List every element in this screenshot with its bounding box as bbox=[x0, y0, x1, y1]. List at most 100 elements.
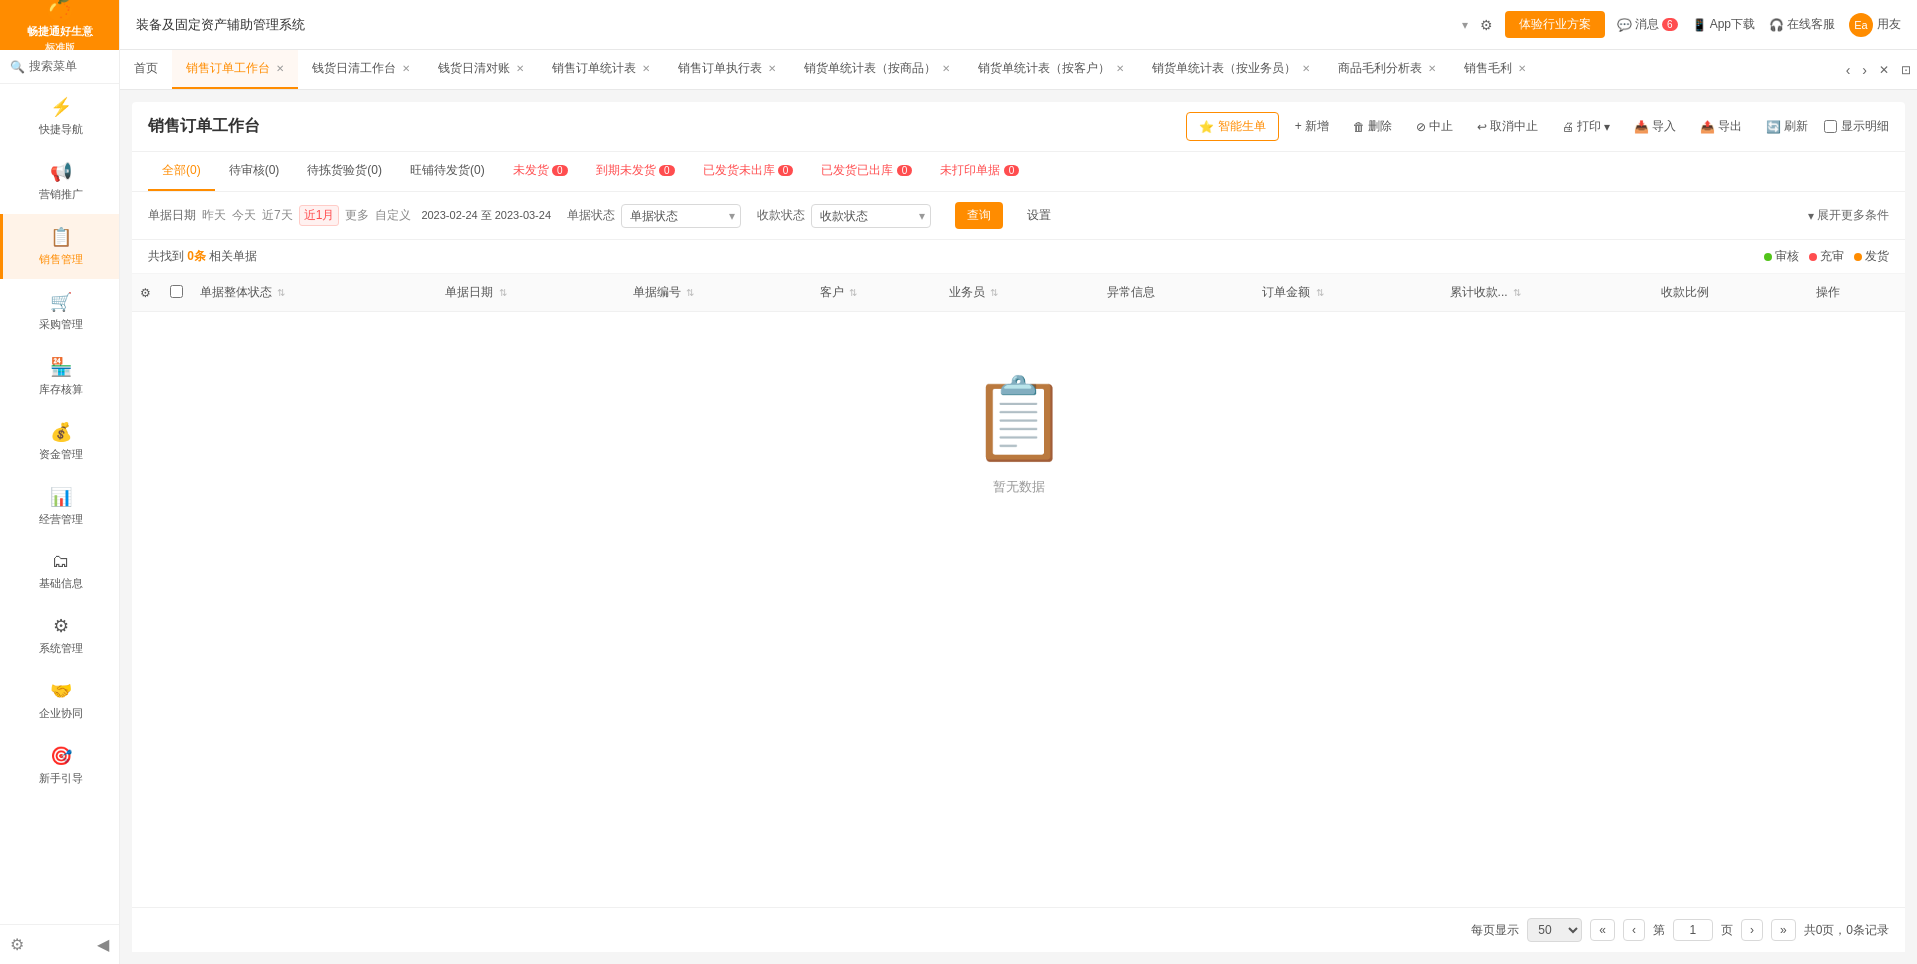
cancel-suspend-button[interactable]: ↩ 取消中止 bbox=[1469, 113, 1546, 140]
page-prev-btn[interactable]: ‹ bbox=[1623, 919, 1645, 941]
sidebar-collapse-icon[interactable]: ◀ bbox=[97, 935, 109, 954]
sidebar-search-item[interactable]: 🔍 搜索菜单 bbox=[0, 50, 119, 84]
sidebar-item-system[interactable]: ⚙ 系统管理 bbox=[0, 603, 119, 668]
tab-cash-reconcile-close[interactable]: ✕ bbox=[516, 63, 524, 74]
tab-daily-clear[interactable]: 钱货日清工作台 ✕ bbox=[298, 50, 424, 89]
uncheck-op-btn[interactable]: 充审 bbox=[1809, 248, 1844, 265]
sidebar-item-inventory[interactable]: 🏪 库存核算 bbox=[0, 344, 119, 409]
status-filter: 单据状态 单据状态 bbox=[567, 204, 741, 228]
sidebar-item-sales[interactable]: 📋 销售管理 bbox=[0, 214, 119, 279]
tab-sales-sum-prod-close[interactable]: ✕ bbox=[942, 63, 950, 74]
tab-sales-profit[interactable]: 销售毛利 ✕ bbox=[1450, 50, 1540, 89]
headset-icon: 🎧 bbox=[1769, 18, 1784, 32]
date-custom[interactable]: 自定义 bbox=[375, 207, 411, 224]
tab-home[interactable]: 首页 bbox=[120, 50, 172, 89]
sort-icon-amount[interactable]: ⇅ bbox=[1316, 287, 1324, 298]
show-detail-input[interactable] bbox=[1824, 120, 1837, 133]
tab-sales-sum-prod[interactable]: 销货单统计表（按商品） ✕ bbox=[790, 50, 964, 89]
sub-tab-wangpu[interactable]: 旺铺待发货(0) bbox=[396, 152, 499, 191]
sub-tab-all[interactable]: 全部(0) bbox=[148, 152, 215, 191]
sort-icon-date[interactable]: ⇅ bbox=[499, 287, 507, 298]
sub-tab-pending-inspect[interactable]: 待拣货验货(0) bbox=[293, 152, 396, 191]
sub-tab-shipped-out[interactable]: 已发货已出库 0 bbox=[807, 152, 926, 191]
suspend-button[interactable]: ⊘ 中止 bbox=[1408, 113, 1461, 140]
query-button[interactable]: 查询 bbox=[955, 202, 1003, 229]
export-button[interactable]: 📤 导出 bbox=[1692, 113, 1750, 140]
table-scroll[interactable]: ⚙ 单据整体状态 ⇅ 单据日期 bbox=[132, 274, 1905, 907]
select-all-checkbox[interactable] bbox=[170, 285, 183, 298]
tab-sales-sum-staff[interactable]: 销货单统计表（按业务员） ✕ bbox=[1138, 50, 1324, 89]
th-overall-status-label: 单据整体状态 bbox=[200, 285, 272, 299]
settings-filter-button[interactable]: 设置 bbox=[1019, 202, 1059, 229]
tab-sales-exec[interactable]: 销售订单执行表 ✕ bbox=[664, 50, 790, 89]
topbar-dropdown-icon[interactable]: ▾ bbox=[1462, 18, 1468, 32]
tab-sales-workbench-close[interactable]: ✕ bbox=[276, 63, 284, 74]
tab-sales-stat[interactable]: 销售订单统计表 ✕ bbox=[538, 50, 664, 89]
tab-sales-exec-close[interactable]: ✕ bbox=[768, 63, 776, 74]
tab-scroll-left[interactable]: ‹ bbox=[1840, 62, 1857, 78]
page-input[interactable] bbox=[1673, 919, 1713, 941]
sub-tab-overdue[interactable]: 到期未发货 0 bbox=[582, 152, 689, 191]
sidebar-item-operations[interactable]: 📊 经营管理 bbox=[0, 474, 119, 539]
sort-icon-status[interactable]: ⇅ bbox=[277, 287, 285, 298]
tab-scroll-right[interactable]: › bbox=[1856, 62, 1873, 78]
sidebar-item-basic-info[interactable]: 🗂 基础信息 bbox=[0, 539, 119, 603]
date-7days[interactable]: 近7天 bbox=[262, 207, 293, 224]
tab-sales-sum-staff-close[interactable]: ✕ bbox=[1302, 63, 1310, 74]
online-service-action[interactable]: 🎧 在线客服 bbox=[1769, 16, 1835, 33]
sidebar-settings-icon[interactable]: ⚙ bbox=[10, 935, 24, 954]
tab-close-all[interactable]: ✕ bbox=[1873, 63, 1895, 77]
tab-daily-clear-close[interactable]: ✕ bbox=[402, 63, 410, 74]
tab-sales-profit-close[interactable]: ✕ bbox=[1518, 63, 1526, 74]
date-today[interactable]: 今天 bbox=[232, 207, 256, 224]
date-yesterday[interactable]: 昨天 bbox=[202, 207, 226, 224]
tab-profit-analysis[interactable]: 商品毛利分析表 ✕ bbox=[1324, 50, 1450, 89]
sidebar-item-purchase[interactable]: 🛒 采购管理 bbox=[0, 279, 119, 344]
tab-profit-analysis-close[interactable]: ✕ bbox=[1428, 63, 1436, 74]
page-first-btn[interactable]: « bbox=[1590, 919, 1615, 941]
ship-op-btn[interactable]: 发货 bbox=[1854, 248, 1889, 265]
sub-tab-shipped-no-out[interactable]: 已发货未出库 0 bbox=[689, 152, 808, 191]
per-page-select[interactable]: 50 100 bbox=[1527, 918, 1582, 942]
sub-tab-pending-review[interactable]: 待审核(0) bbox=[215, 152, 294, 191]
sidebar-item-quick-nav[interactable]: ⚡ 快捷导航 bbox=[0, 84, 119, 149]
sidebar-item-enterprise[interactable]: 🤝 企业协同 bbox=[0, 668, 119, 733]
delete-button[interactable]: 🗑 删除 bbox=[1345, 113, 1400, 140]
user-menu[interactable]: Ea 用友 bbox=[1849, 13, 1901, 37]
date-more[interactable]: 更多 bbox=[345, 207, 369, 224]
sidebar-item-guide[interactable]: 🎯 新手引导 bbox=[0, 733, 119, 798]
sort-icon-customer[interactable]: ⇅ bbox=[849, 287, 857, 298]
app-download-action[interactable]: 📱 App下载 bbox=[1692, 16, 1755, 33]
print-button[interactable]: 🖨 打印 ▾ bbox=[1554, 113, 1618, 140]
tab-sales-workbench[interactable]: 销售订单工作台 ✕ bbox=[172, 50, 298, 89]
sub-tab-no-print[interactable]: 未打印单据 0 bbox=[926, 152, 1033, 191]
tab-sales-sum-cust[interactable]: 销货单统计表（按客户） ✕ bbox=[964, 50, 1138, 89]
sub-tab-not-shipped[interactable]: 未发货 0 bbox=[499, 152, 582, 191]
page-next-btn[interactable]: › bbox=[1741, 919, 1763, 941]
payment-select[interactable]: 收款状态 bbox=[811, 204, 931, 228]
sort-icon-collected[interactable]: ⇅ bbox=[1513, 287, 1521, 298]
trial-btn[interactable]: 体验行业方案 bbox=[1505, 11, 1605, 38]
date-1month[interactable]: 近1月 bbox=[299, 205, 340, 226]
expand-filter-btn[interactable]: ▾ 展开更多条件 bbox=[1808, 207, 1889, 224]
topbar-settings-icon[interactable]: ⚙ bbox=[1480, 17, 1493, 33]
message-action[interactable]: 💬 消息 6 bbox=[1617, 16, 1678, 33]
import-button[interactable]: 📥 导入 bbox=[1626, 113, 1684, 140]
refresh-button[interactable]: 🔄 刷新 bbox=[1758, 113, 1816, 140]
sidebar-item-finance[interactable]: 💰 资金管理 bbox=[0, 409, 119, 474]
add-button[interactable]: + 新增 bbox=[1287, 113, 1337, 140]
status-select[interactable]: 单据状态 bbox=[621, 204, 741, 228]
tab-sales-stat-close[interactable]: ✕ bbox=[642, 63, 650, 74]
sort-icon-number[interactable]: ⇅ bbox=[686, 287, 694, 298]
show-detail-checkbox[interactable]: 显示明细 bbox=[1824, 118, 1889, 135]
settings-col-icon[interactable]: ⚙ bbox=[140, 286, 151, 300]
sidebar-item-marketing[interactable]: 📢 营销推广 bbox=[0, 149, 119, 214]
review-op-btn[interactable]: 审核 bbox=[1764, 248, 1799, 265]
tab-sales-sum-cust-close[interactable]: ✕ bbox=[1116, 63, 1124, 74]
tab-maximize[interactable]: ⊡ bbox=[1895, 63, 1917, 77]
tab-cash-reconcile[interactable]: 钱货日清对账 ✕ bbox=[424, 50, 538, 89]
page-last-btn[interactable]: » bbox=[1771, 919, 1796, 941]
sort-icon-staff[interactable]: ⇅ bbox=[990, 287, 998, 298]
content-header: 销售订单工作台 ⭐ 智能生单 + 新增 🗑 删除 ⊘ 中止 bbox=[132, 102, 1905, 152]
smart-gen-button[interactable]: ⭐ 智能生单 bbox=[1186, 112, 1279, 141]
